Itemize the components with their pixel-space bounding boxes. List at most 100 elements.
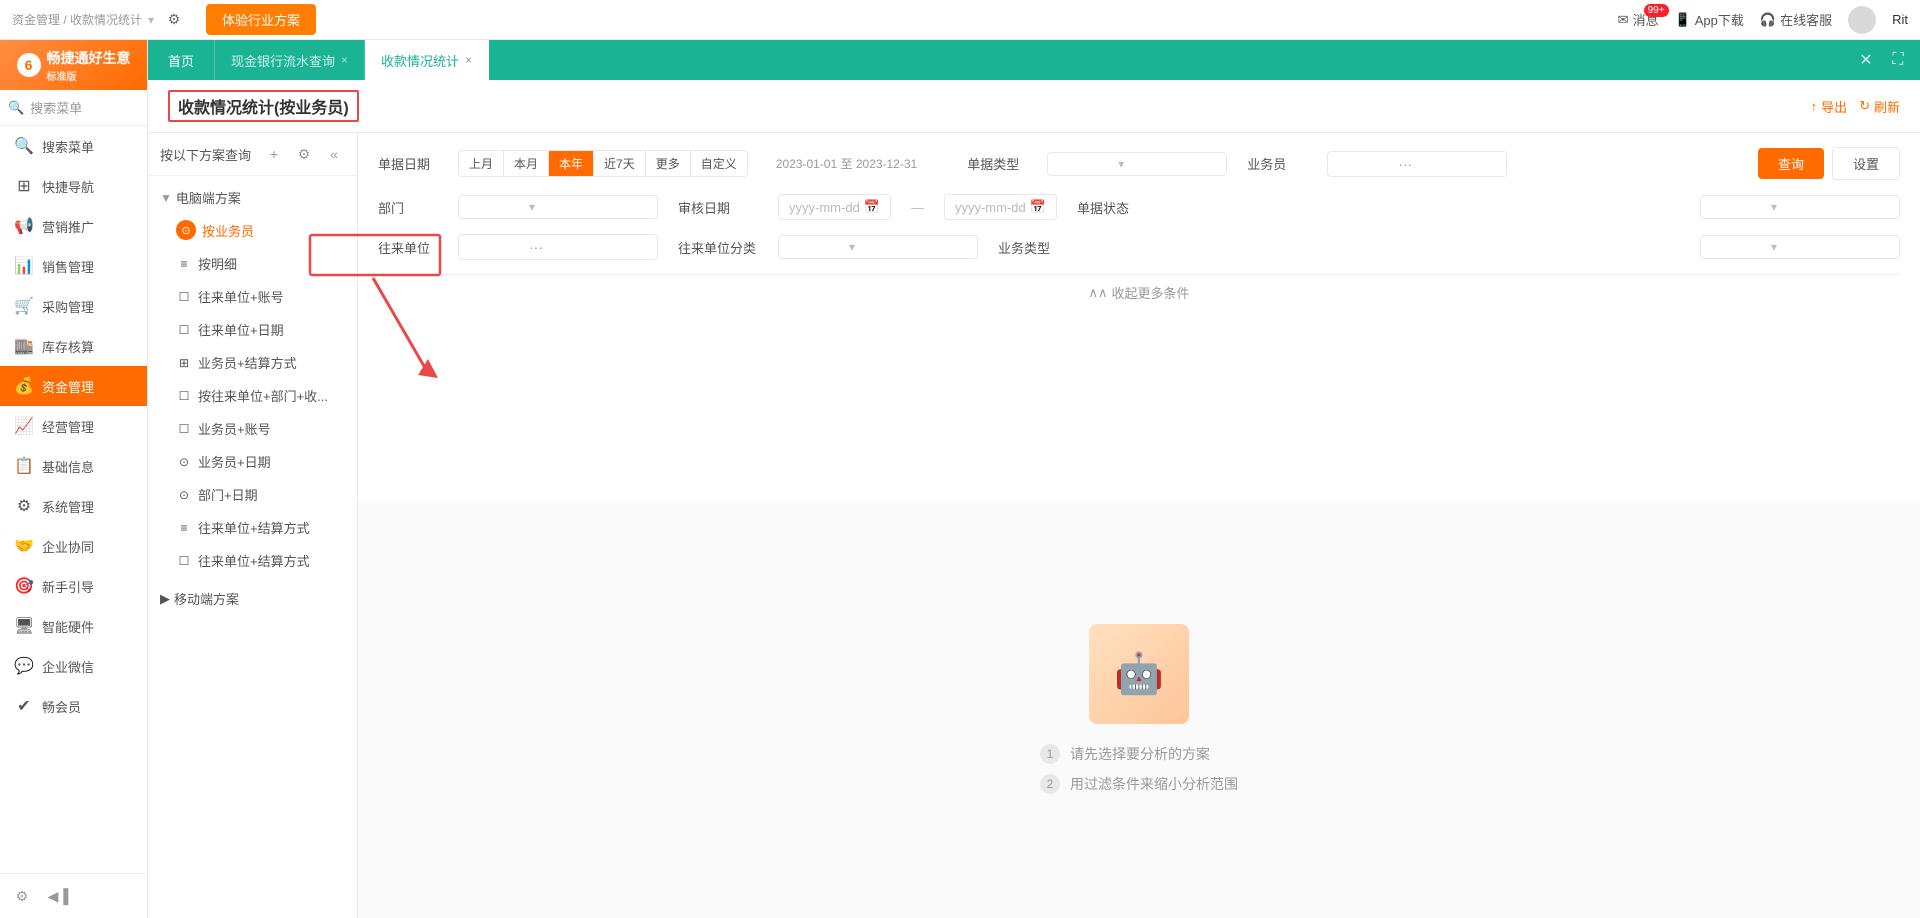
query-btn[interactable]: 查询 [1758,148,1824,179]
voucher-type-chevron-icon: ▾ [1118,157,1124,171]
biz-type-chevron-icon: ▾ [1771,240,1777,254]
export-btn[interactable]: ↑ 导出 [1811,97,1848,116]
voucher-type-select[interactable]: ▾ [1047,152,1227,176]
sidebar-item-wechat[interactable]: 💬 企业微信 [0,646,147,686]
sidebar-item-finance[interactable]: 💰 资金管理 [0,366,147,406]
sidebar-item-beginner[interactable]: 🎯 新手引导 [0,566,147,606]
filter-row-2: 部门 ▾ 审核日期 yyyy-mm-dd 📅 — [378,194,1900,220]
date-tab-thisyear[interactable]: 本年 [549,151,594,176]
partner-more-icon[interactable]: ··· [529,239,543,255]
tab-maximize-btn[interactable]: ⛶ [1884,46,1912,74]
basic-info-icon: 📋 [14,456,34,476]
empty-step-2: 2 用过滤条件来缩小分析范围 [1040,774,1238,794]
sidebar-item-inventory[interactable]: 🏬 库存核算 [0,326,147,366]
tab-bar: 首页 现金银行流水查询 × 收款情况统计 × ✕ ⛶ [148,40,1920,80]
scheme-label-1: 往来单位+账号 [198,287,284,306]
scheme-item-7[interactable]: ⊙ 部门+日期 [148,478,357,511]
avatar[interactable] [1848,6,1876,34]
sidebar-search[interactable]: 🔍 搜索菜单 [0,90,147,126]
sidebar-item-label: 智能硬件 [42,617,94,636]
sidebar-item-marketing[interactable]: 📢 营销推广 [0,206,147,246]
partner-label: 往来单位 [378,238,438,257]
scheme-settings-btn[interactable]: ⚙ [293,143,315,165]
sidebar-item-sales[interactable]: 📊 销售管理 [0,246,147,286]
scheme-icon-4: ☐ [176,388,192,404]
calendar-icon: 📅 [864,199,880,215]
sidebar-item-vip[interactable]: ✔ 畅会员 [0,686,147,726]
voucher-status-select[interactable]: ▾ [1700,195,1900,219]
desktop-scheme-header[interactable]: ▼ 电脑端方案 [148,182,357,213]
scheme-item-8[interactable]: ≡ 往来单位+结算方式 [148,511,357,544]
scheme-item-9[interactable]: ☐ 往来单位+结算方式 [148,544,357,577]
tab-receipt-stat[interactable]: 收款情况统计 × [365,40,489,80]
biz-type-select[interactable]: ▾ [1700,235,1900,259]
tab-bank-flow-close[interactable]: × [341,53,348,67]
sidebar-item-search[interactable]: 🔍 搜索菜单 [0,126,147,166]
date-tab-7days[interactable]: 近7天 [594,151,646,176]
scheme-item-active[interactable]: ⊙ 按业务员 [148,213,357,247]
tab-close-all-btn[interactable]: ✕ [1852,46,1880,74]
online-service-btn[interactable]: 🎧 在线客服 [1760,10,1832,29]
empty-state-area: 🤖 1 请先选择要分析的方案 2 用过滤条件来缩小分析范围 [358,500,1920,918]
scheme-item-2[interactable]: ☐ 往来单位+日期 [148,313,357,346]
sidebar-item-purchase[interactable]: 🛒 采购管理 [0,286,147,326]
add-scheme-btn[interactable]: + [263,143,285,165]
tab-receipt-stat-close[interactable]: × [465,53,472,67]
vip-icon: ✔ [14,696,34,716]
salesman-more-icon[interactable]: ··· [1398,156,1412,172]
settings-icon[interactable]: ⚙ [160,6,188,34]
tab-bank-flow[interactable]: 现金银行流水查询 × [215,40,365,80]
refresh-btn[interactable]: ↻ 刷新 [1859,97,1900,116]
mobile-scheme-header[interactable]: ▶ 移动端方案 [148,583,357,614]
settings-bottom-btn[interactable]: ⚙ [8,882,36,910]
date-tab-custom[interactable]: 自定义 [691,151,747,176]
review-date-end[interactable]: yyyy-mm-dd 📅 [944,194,1057,220]
sidebar-item-quicknav[interactable]: ⊞ 快捷导航 [0,166,147,206]
sidebar-item-label: 畅会员 [42,697,81,716]
sidebar-item-label: 采购管理 [42,297,94,316]
review-date-start[interactable]: yyyy-mm-dd 📅 [778,194,891,220]
purchase-icon: 🛒 [14,296,34,316]
scheme-label-5: 业务员+账号 [198,419,271,438]
sidebar-item-hardware[interactable]: 🖥 智能硬件 [0,606,147,646]
finance-icon: 💰 [14,376,34,396]
dept-select[interactable]: ▾ [458,195,658,219]
scheme-item-3[interactable]: ⊞ 业务员+结算方式 [148,346,357,379]
scheme-icon-9: ☐ [176,553,192,569]
sidebar-logo: 6 畅捷通好生意 标准版 [0,40,147,90]
app-download-btn[interactable]: 📱 App下载 [1675,10,1744,29]
phone-icon: 📱 [1675,12,1691,28]
date-tab-thismonth[interactable]: 本月 [504,151,549,176]
export-icon: ↑ [1811,99,1818,114]
search-label: 搜索菜单 [30,98,82,117]
scheme-item-1[interactable]: ☐ 往来单位+账号 [148,280,357,313]
collapse-more-btn[interactable]: ∧∧ 收起更多条件 [378,274,1900,310]
message-btn[interactable]: ✉ 消息 99+ [1618,10,1659,29]
date-placeholder-end: yyyy-mm-dd [955,200,1026,215]
partner-category-select[interactable]: ▾ [778,235,978,259]
trial-btn[interactable]: 体验行业方案 [206,4,316,35]
sidebar-item-system[interactable]: ⚙ 系统管理 [0,486,147,526]
sidebar-item-operations[interactable]: 📈 经营管理 [0,406,147,446]
sales-icon: 📊 [14,256,34,276]
marketing-icon: 📢 [14,216,34,236]
collapse-sidebar-btn[interactable]: ◀▐ [44,882,72,910]
empty-steps: 1 请先选择要分析的方案 2 用过滤条件来缩小分析范围 [1040,744,1238,794]
scheme-item-0[interactable]: ≡ 按明细 [148,247,357,280]
tab-bank-flow-label: 现金银行流水查询 [231,51,335,70]
filter-settings-btn[interactable]: 设置 [1832,147,1900,180]
date-tab-lastmonth[interactable]: 上月 [459,151,504,176]
collapse-panel-btn[interactable]: « [323,143,345,165]
date-tab-more[interactable]: 更多 [646,151,691,176]
scheme-item-6[interactable]: ⊙ 业务员+日期 [148,445,357,478]
tab-home[interactable]: 首页 [148,40,215,80]
partner-select[interactable]: ··· [458,234,658,260]
content-wrapper: 按以下方案查询 + ⚙ « ▼ 电脑端方案 ⊙ 按业务员 [148,133,1920,918]
salesman-select[interactable]: ··· [1327,151,1507,177]
sidebar-item-label: 搜索菜单 [42,137,94,156]
scheme-item-4[interactable]: ☐ 按往来单位+部门+收... [148,379,357,412]
mobile-arrow-icon: ▶ [160,591,170,607]
sidebar-item-basic-info[interactable]: 📋 基础信息 [0,446,147,486]
sidebar-item-enterprise[interactable]: 🤝 企业协同 [0,526,147,566]
scheme-item-5[interactable]: ☐ 业务员+账号 [148,412,357,445]
